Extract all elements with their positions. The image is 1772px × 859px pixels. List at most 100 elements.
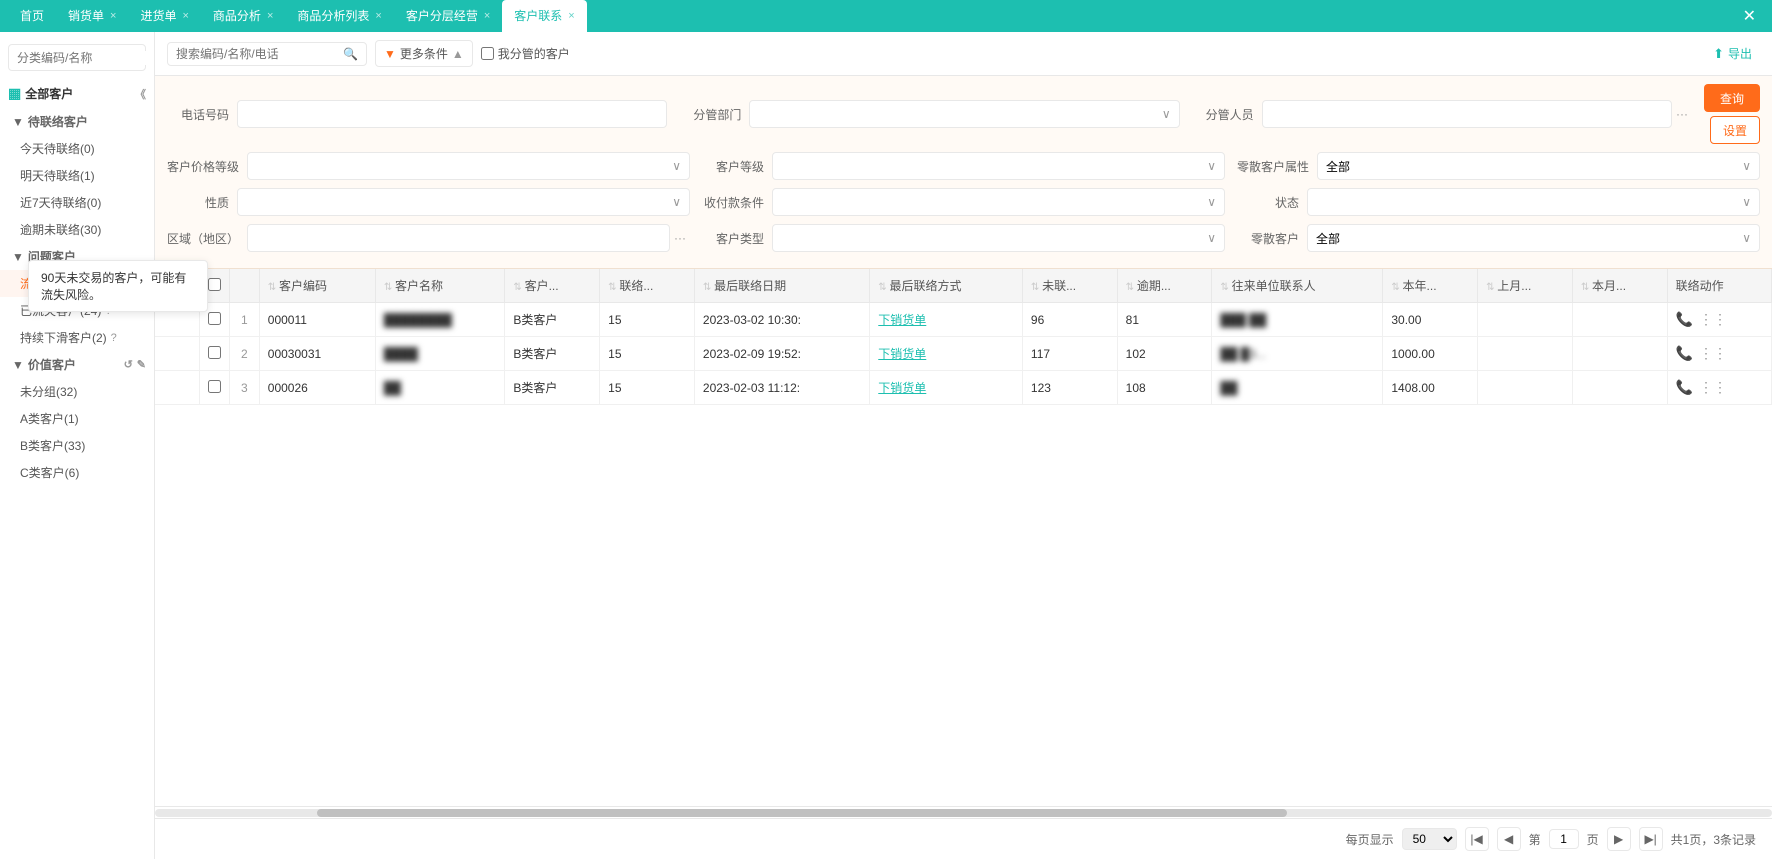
per-page-select[interactable]: 50 100: [1402, 828, 1457, 850]
pending-contact-section[interactable]: ▼ 待联络客户: [0, 108, 154, 135]
nav-product-analysis-list[interactable]: 商品分析列表 ×: [285, 0, 393, 32]
contact-method-link[interactable]: 下销货单: [878, 313, 926, 327]
table-last-contact-method-header[interactable]: 最后联络方式: [870, 269, 1023, 303]
last-page-btn[interactable]: ▶|: [1639, 827, 1663, 851]
edit-icon[interactable]: ✎: [137, 358, 146, 371]
nav-customer-segmentation[interactable]: 客户分层经营 ×: [394, 0, 502, 32]
page-number-input[interactable]: [1549, 829, 1579, 849]
table-last-contact-date-header[interactable]: 最后联络日期: [694, 269, 869, 303]
sidebar-search-box[interactable]: 🔍: [8, 44, 146, 71]
contact-method-link[interactable]: 下销货单: [878, 347, 926, 361]
table-customer-type-header[interactable]: 客户...: [505, 269, 600, 303]
nav-product-analysis[interactable]: 商品分析 ×: [201, 0, 285, 32]
sidebar-item-class-a[interactable]: A类客户(1): [0, 405, 154, 432]
table-overdue-header[interactable]: 逾期...: [1117, 269, 1212, 303]
region-more-icon[interactable]: ···: [670, 231, 690, 245]
table-this-month-header[interactable]: 本月...: [1572, 269, 1667, 303]
manager-more-icon[interactable]: ···: [1672, 107, 1692, 121]
contact-action-icon[interactable]: 📞: [1676, 345, 1693, 362]
dept-select[interactable]: ∨: [749, 100, 1179, 128]
sidebar-item-overdue-contact[interactable]: 逾期未联络(30): [0, 216, 154, 243]
row-customer-type: B类客户: [505, 371, 600, 405]
filter-search-box[interactable]: 🔍: [167, 42, 367, 66]
table-name-header[interactable]: 客户名称: [375, 269, 505, 303]
table-num-header: [229, 269, 259, 303]
close-product-analysis-icon[interactable]: ×: [267, 0, 273, 32]
my-customers-checkbox[interactable]: 我分管的客户: [481, 45, 570, 62]
grid-icon: ▦: [8, 85, 21, 102]
phone-label: 电话号码: [167, 106, 237, 123]
customer-type-select[interactable]: ∨: [772, 224, 1225, 252]
value-customers-section[interactable]: ▼ 价值客户 ↺ ✎: [0, 351, 154, 378]
export-btn[interactable]: ⬆ 导出: [1705, 41, 1760, 66]
filter-retail-attr: 零散客户属性 全部 ∨: [1237, 152, 1760, 180]
filter-search-icon[interactable]: 🔍: [343, 47, 358, 61]
row-select-checkbox[interactable]: [208, 346, 221, 359]
sidebar-search-input[interactable]: [17, 51, 155, 65]
row-select-checkbox[interactable]: [208, 312, 221, 325]
sidebar-item-week-contact[interactable]: 近7天待联络(0): [0, 189, 154, 216]
contact-action-icon[interactable]: 📞: [1676, 311, 1693, 328]
my-customers-checkbox-input[interactable]: [481, 47, 494, 60]
sidebar-item-ungrouped[interactable]: 未分组(32): [0, 378, 154, 405]
table-last-month-header[interactable]: 上月...: [1478, 269, 1573, 303]
nav-home[interactable]: 首页: [8, 0, 56, 32]
more-action-icon[interactable]: ⋮⋮: [1699, 345, 1727, 362]
prev-page-btn[interactable]: ◀: [1497, 827, 1521, 851]
phone-input[interactable]: [237, 100, 667, 128]
row-last-month: [1478, 303, 1573, 337]
close-product-analysis-list-icon[interactable]: ×: [375, 0, 381, 32]
settings-button[interactable]: 设置: [1710, 116, 1760, 144]
nav-customer-contact[interactable]: 客户联系 ×: [502, 0, 586, 32]
row-settings: [155, 337, 199, 371]
sidebar-item-tomorrow-contact[interactable]: 明天待联络(1): [0, 162, 154, 189]
row-checkbox[interactable]: [199, 371, 229, 405]
table-contact-person-header[interactable]: 往来单位联系人: [1212, 269, 1383, 303]
nature-label: 性质: [167, 194, 237, 211]
row-select-checkbox[interactable]: [208, 380, 221, 393]
region-input[interactable]: [247, 224, 670, 252]
close-purchase-order-icon[interactable]: ×: [182, 0, 188, 32]
contact-method-link[interactable]: 下销货单: [878, 381, 926, 395]
sidebar-item-declining-customers[interactable]: 持续下滑客户(2) ?: [0, 324, 154, 351]
row-last-contact-method[interactable]: 下销货单: [870, 337, 1023, 371]
filter-search-input[interactable]: [176, 47, 343, 61]
customer-grade-select[interactable]: ∨: [772, 152, 1225, 180]
query-button[interactable]: 查询: [1704, 84, 1760, 112]
nature-select[interactable]: ∨: [237, 188, 690, 216]
sidebar-item-today-contact[interactable]: 今天待联络(0): [0, 135, 154, 162]
refresh-icon[interactable]: ↺: [124, 358, 133, 371]
next-page-btn[interactable]: ▶: [1607, 827, 1631, 851]
payment-select[interactable]: ∨: [772, 188, 1225, 216]
close-sales-order-icon[interactable]: ×: [110, 0, 116, 32]
price-grade-select[interactable]: ∨: [247, 152, 690, 180]
close-customer-seg-icon[interactable]: ×: [484, 0, 490, 32]
sidebar-item-class-c[interactable]: C类客户(6): [0, 459, 154, 486]
more-action-icon[interactable]: ⋮⋮: [1699, 379, 1727, 396]
close-customer-contact-icon[interactable]: ×: [568, 0, 574, 32]
manager-input[interactable]: [1262, 100, 1672, 128]
close-all-icon[interactable]: ✕: [1735, 2, 1764, 30]
sidebar-item-class-b[interactable]: B类客户(33): [0, 432, 154, 459]
nav-purchase-order[interactable]: 进货单 ×: [128, 0, 200, 32]
select-all-checkbox[interactable]: [208, 278, 221, 291]
row-last-contact-method[interactable]: 下销货单: [870, 371, 1023, 405]
horizontal-scrollbar[interactable]: [155, 806, 1772, 818]
table-not-contacted-header[interactable]: 未联...: [1022, 269, 1117, 303]
table-code-header[interactable]: 客户编码: [259, 269, 375, 303]
table-contact-num-header[interactable]: 联络...: [600, 269, 695, 303]
export-icon: ⬆: [1713, 46, 1724, 62]
contact-action-icon[interactable]: 📞: [1676, 379, 1693, 396]
nav-sales-order[interactable]: 销货单 ×: [56, 0, 128, 32]
row-last-contact-method[interactable]: 下销货单: [870, 303, 1023, 337]
first-page-btn[interactable]: |◀: [1465, 827, 1489, 851]
scroll-thumb[interactable]: [317, 809, 1287, 817]
retail-customer-select[interactable]: 全部 ∨: [1307, 224, 1760, 252]
more-action-icon[interactable]: ⋮⋮: [1699, 311, 1727, 328]
status-select[interactable]: ∨: [1307, 188, 1760, 216]
more-conditions-btn[interactable]: ▼ 更多条件 ▲: [375, 40, 473, 67]
table-this-year-header[interactable]: 本年...: [1383, 269, 1478, 303]
row-checkbox[interactable]: [199, 337, 229, 371]
retail-attr-select[interactable]: 全部 ∨: [1317, 152, 1760, 180]
all-customers-header[interactable]: ▦ 全部客户 《: [0, 79, 154, 108]
